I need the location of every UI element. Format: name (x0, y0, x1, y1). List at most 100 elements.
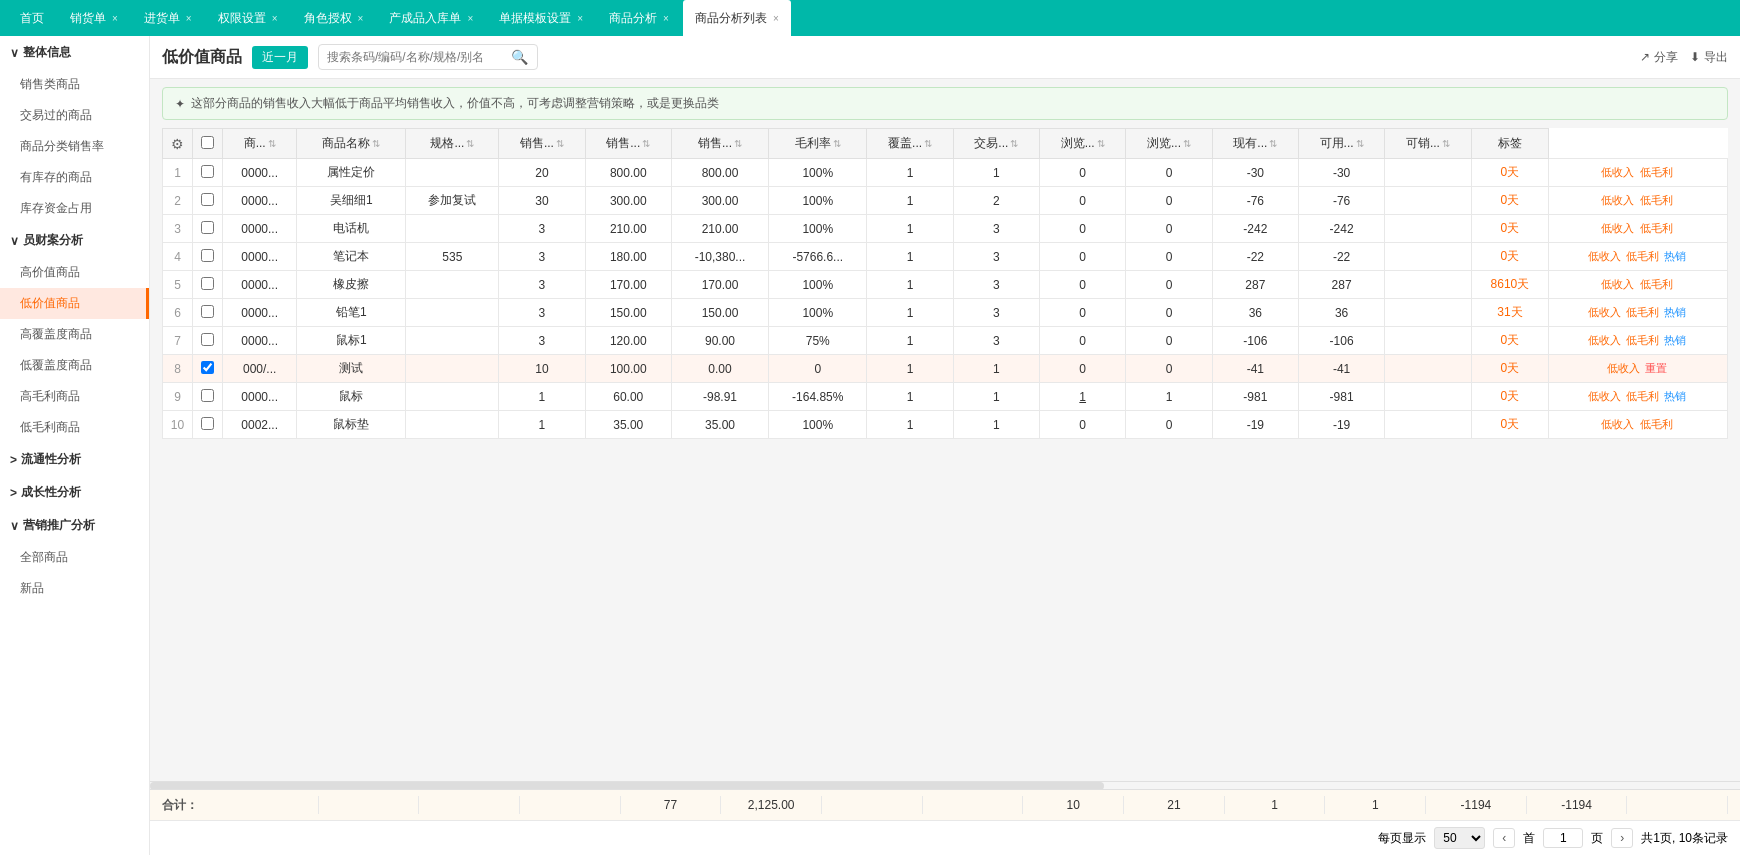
row-name[interactable]: 笔记本 (297, 243, 406, 271)
row-sale1: 120.00 (585, 327, 671, 355)
row-checkbox-cell[interactable] (193, 411, 223, 439)
sort-icon-stock3[interactable]: ⇅ (1442, 138, 1450, 149)
select-all-checkbox[interactable] (201, 136, 214, 149)
sort-icon-gross[interactable]: ⇅ (833, 138, 841, 149)
sort-icon-spec[interactable]: ⇅ (466, 138, 474, 149)
sidebar-item-high-value[interactable]: 高价值商品 (0, 257, 149, 288)
row-checkbox-cell[interactable] (193, 215, 223, 243)
row-name[interactable]: 鼠标 (297, 383, 406, 411)
th-gear[interactable]: ⚙ (163, 129, 193, 159)
nav-product-analysis-list[interactable]: 商品分析列表 × (683, 0, 791, 36)
nav-sales-order[interactable]: 销货单 × (58, 0, 130, 36)
nav-close-template[interactable]: × (577, 13, 583, 24)
row-name[interactable]: 电话机 (297, 215, 406, 243)
row-name[interactable]: 橡皮擦 (297, 271, 406, 299)
row-checkbox[interactable] (201, 361, 214, 374)
sidebar-section-financial[interactable]: ∨ 员财案分析 (0, 224, 149, 257)
sidebar-section-circulation[interactable]: > 流通性分析 (0, 443, 149, 476)
sort-icon-sale2[interactable]: ⇅ (734, 138, 742, 149)
sidebar-item-high-coverage[interactable]: 高覆盖度商品 (0, 319, 149, 350)
filter-recent-month-button[interactable]: 近一月 (252, 46, 308, 69)
sidebar-section-overview[interactable]: ∨ 整体信息 (0, 36, 149, 69)
row-checkbox-cell[interactable] (193, 187, 223, 215)
first-page-button[interactable]: ‹ (1493, 828, 1515, 848)
sidebar-item-sales-products[interactable]: 销售类商品 (0, 69, 149, 100)
per-page-select[interactable]: 50 100 200 (1434, 827, 1485, 849)
row-checkbox[interactable] (201, 165, 214, 178)
row-cover: 1 (953, 159, 1039, 187)
sort-icon-code[interactable]: ⇅ (268, 138, 276, 149)
sort-icon-cover[interactable]: ⇅ (924, 138, 932, 149)
row-checkbox-cell[interactable] (193, 159, 223, 187)
nav-permission-settings[interactable]: 权限设置 × (206, 0, 290, 36)
nav-home[interactable]: 首页 (8, 0, 56, 36)
row-checkbox-cell[interactable] (193, 355, 223, 383)
nav-close-perm[interactable]: × (272, 13, 278, 24)
page-input[interactable] (1543, 828, 1583, 848)
nav-purchase-order[interactable]: 进货单 × (132, 0, 204, 36)
table-footer: 合计： 77 2,125.00 10 21 1 1 -1194 -1194 (150, 789, 1740, 820)
sort-icon-browse1[interactable]: ⇅ (1097, 138, 1105, 149)
nav-close-sales[interactable]: × (112, 13, 118, 24)
nav-close-role[interactable]: × (358, 13, 364, 24)
nav-product-entry[interactable]: 产成品入库单 × (377, 0, 485, 36)
nav-close-analysis-list[interactable]: × (773, 13, 779, 24)
sort-icon-stock2[interactable]: ⇅ (1356, 138, 1364, 149)
horizontal-scrollbar[interactable] (150, 781, 1740, 789)
nav-close-purchase[interactable]: × (186, 13, 192, 24)
table-row: 4 0000... 笔记本 535 3 180.00 -10,380... -5… (163, 243, 1728, 271)
row-name[interactable]: 测试 (297, 355, 406, 383)
sort-icon-name[interactable]: ⇅ (372, 138, 380, 149)
nav-close-analysis[interactable]: × (663, 13, 669, 24)
nav-template-settings[interactable]: 单据模板设置 × (487, 0, 595, 36)
row-checkbox[interactable] (201, 277, 214, 290)
sidebar-item-inventory-capital[interactable]: 库存资金占用 (0, 193, 149, 224)
sort-icon-sale-qty[interactable]: ⇅ (556, 138, 564, 149)
sort-icon-sale1[interactable]: ⇅ (642, 138, 650, 149)
search-icon[interactable]: 🔍 (511, 49, 528, 65)
sidebar-item-new-products[interactable]: 新品 (0, 573, 149, 604)
nav-product-analysis[interactable]: 商品分析 × (597, 0, 681, 36)
row-name[interactable]: 属性定价 (297, 159, 406, 187)
row-checkbox[interactable] (201, 249, 214, 262)
row-checkbox-cell[interactable] (193, 327, 223, 355)
sidebar-item-category-sales-rate[interactable]: 商品分类销售率 (0, 131, 149, 162)
row-name[interactable]: 鼠标1 (297, 327, 406, 355)
row-name[interactable]: 吴细细1 (297, 187, 406, 215)
sidebar-item-inventory-products[interactable]: 有库存的商品 (0, 162, 149, 193)
sidebar-item-low-coverage[interactable]: 低覆盖度商品 (0, 350, 149, 381)
row-checkbox[interactable] (201, 417, 214, 430)
sidebar-section-marketing[interactable]: ∨ 营销推广分析 (0, 509, 149, 542)
sidebar-item-low-value[interactable]: 低价值商品 (0, 288, 149, 319)
info-banner: ✦ 这部分商品的销售收入大幅低于商品平均销售收入，价值不高，可考虑调整营销策略，… (162, 87, 1728, 120)
next-page-button[interactable]: › (1611, 828, 1633, 848)
row-name[interactable]: 铅笔1 (297, 299, 406, 327)
row-checkbox-cell[interactable] (193, 271, 223, 299)
nav-close-product-entry[interactable]: × (467, 13, 473, 24)
row-checkbox[interactable] (201, 305, 214, 318)
sort-icon-stock1[interactable]: ⇅ (1269, 138, 1277, 149)
row-checkbox[interactable] (201, 333, 214, 346)
sidebar-item-traded-products[interactable]: 交易过的商品 (0, 100, 149, 131)
row-checkbox-cell[interactable] (193, 299, 223, 327)
sidebar-item-high-profit[interactable]: 高毛利商品 (0, 381, 149, 412)
export-button[interactable]: ⬇ 导出 (1690, 49, 1728, 66)
sidebar-item-low-profit[interactable]: 低毛利商品 (0, 412, 149, 443)
sidebar-item-all-products[interactable]: 全部商品 (0, 542, 149, 573)
share-button[interactable]: ↗ 分享 (1640, 49, 1678, 66)
row-name[interactable]: 鼠标垫 (297, 411, 406, 439)
row-checkbox[interactable] (201, 389, 214, 402)
row-checkbox-cell[interactable] (193, 243, 223, 271)
gear-icon[interactable]: ⚙ (171, 136, 184, 152)
search-input[interactable] (327, 50, 507, 64)
sort-icon-trade[interactable]: ⇅ (1010, 138, 1018, 149)
th-checkbox[interactable] (193, 129, 223, 159)
row-checkbox-cell[interactable] (193, 383, 223, 411)
row-checkbox[interactable] (201, 193, 214, 206)
row-cover: 3 (953, 215, 1039, 243)
row-checkbox[interactable] (201, 221, 214, 234)
sort-icon-browse2[interactable]: ⇅ (1183, 138, 1191, 149)
row-sale3: 100% (769, 187, 867, 215)
nav-role-auth[interactable]: 角色授权 × (292, 0, 376, 36)
sidebar-section-growth[interactable]: > 成长性分析 (0, 476, 149, 509)
